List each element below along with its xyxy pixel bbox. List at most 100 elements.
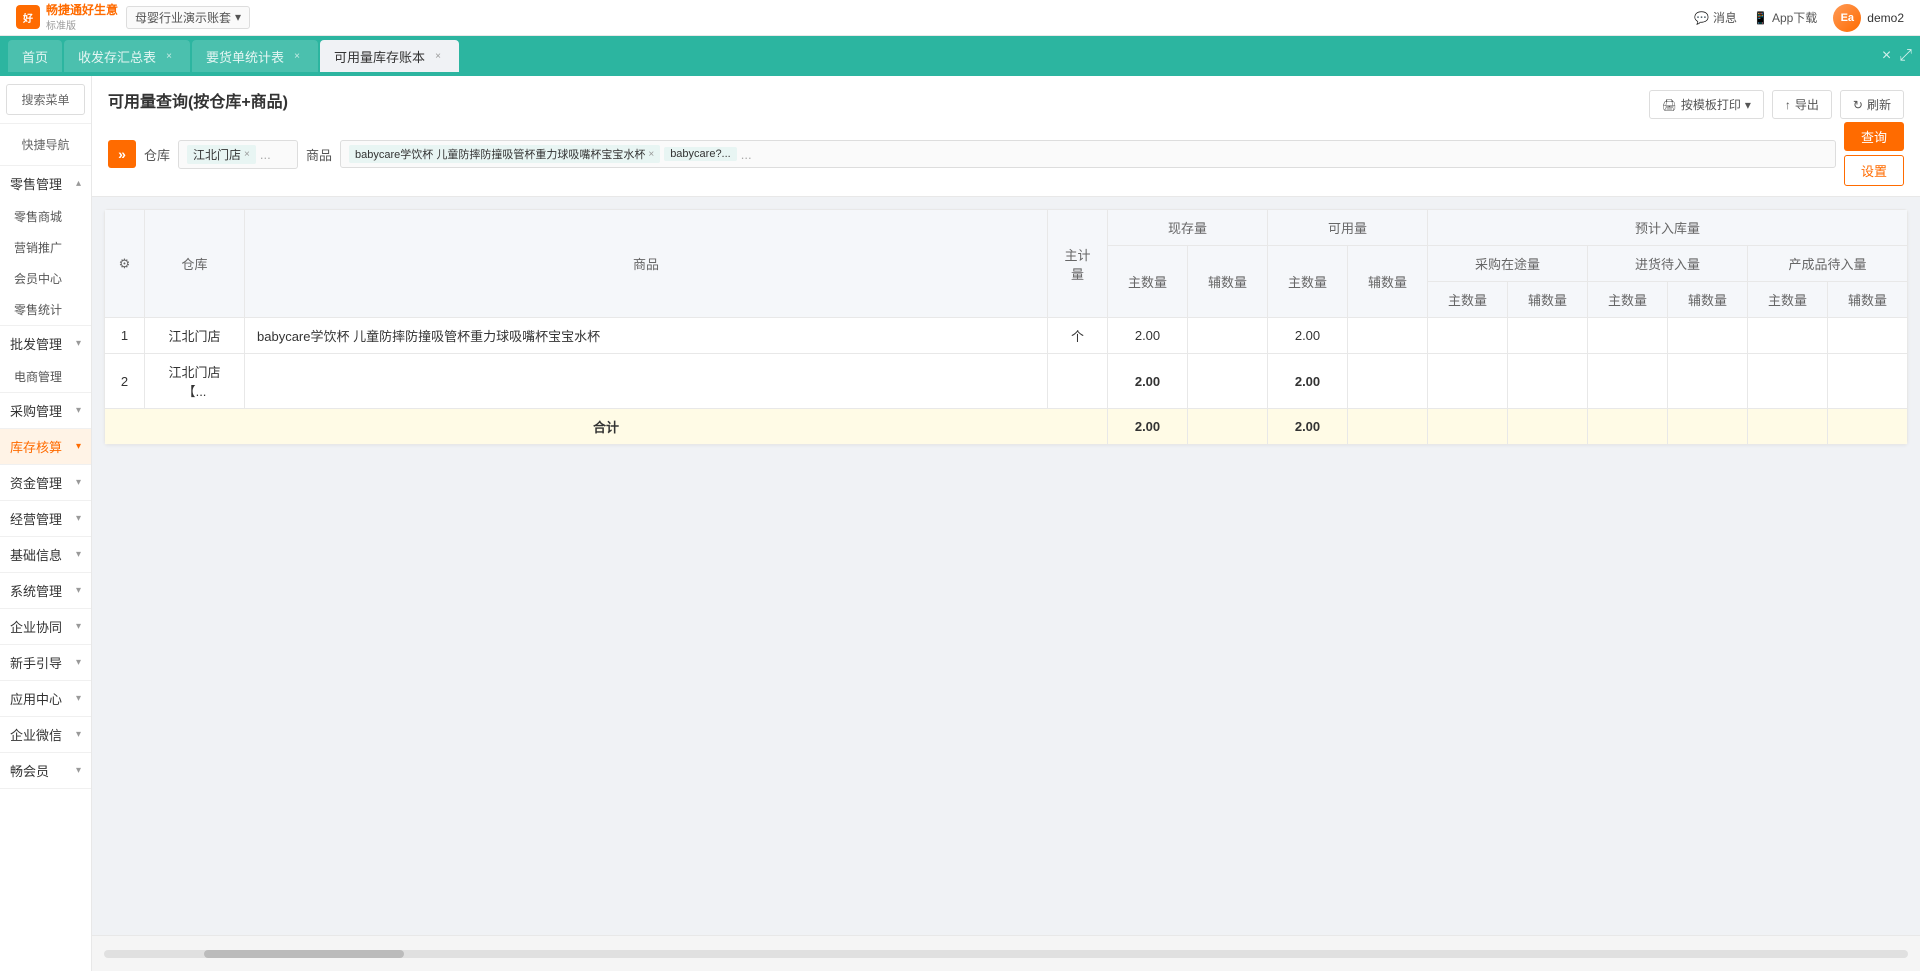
sidebar-item-retail-stats[interactable]: 零售统计 [0,294,91,325]
top-bar-left: 好 畅捷通好生意 标准版 母婴行业演示账套 ▾ [16,3,250,32]
sidebar-section-wholesale-label: 批发管理 [10,334,62,353]
sidebar-item-member-center[interactable]: 会员中心 [0,263,91,294]
th-product-pending-label: 产成品待入量 [1788,257,1866,272]
sidebar-section-finance-header[interactable]: 资金管理 ▾ [0,465,91,500]
product-tag-1: babycare学饮杯 儿童防摔防撞吸管杯重力球吸嘴杯宝宝水杯 × [349,145,660,163]
tab-available-close[interactable]: × [431,49,445,63]
th-purchase-main-label: 主数量 [1448,293,1487,308]
chevron-down-icon-wechat: ▾ [76,729,81,740]
product-more-icon[interactable]: ... [741,147,752,162]
message-button[interactable]: 💬 消息 [1694,9,1737,26]
export-button[interactable]: ↑ 导出 [1772,90,1832,119]
cell-inbound-aux-2 [1668,354,1748,409]
sidebar-section-basic-header[interactable]: 基础信息 ▾ [0,537,91,572]
footer-product-main [1748,409,1828,445]
sidebar-item-marketing[interactable]: 营销推广 [0,232,91,263]
sidebar-section-appstore-header[interactable]: 应用中心 ▾ [0,681,91,716]
product-tag-1-close[interactable]: × [648,149,654,160]
tab-requisition[interactable]: 要货单统计表 × [192,40,318,72]
cell-available-main-2: 2.00 [1268,354,1348,409]
sidebar-section-purchase: 采购管理 ▾ [0,393,91,429]
template-print-button[interactable]: 🖨 按模板打印 ▾ [1649,90,1764,119]
cell-available-aux-1 [1348,318,1428,354]
sidebar-quick-nav-item[interactable]: 快捷导航 [0,128,91,161]
chevron-down-icon: ▾ [235,10,241,24]
warehouse-more-icon[interactable]: ... [260,147,271,162]
warehouse-tag-text: 江北门店 [193,146,241,163]
warehouse-tag-close[interactable]: × [244,149,250,160]
sidebar-item-ecommerce[interactable]: 电商管理 [0,361,91,392]
cell-warehouse-1: 江北门店 [145,318,245,354]
tab-requisition-close[interactable]: × [290,49,304,63]
filter-bar: » 仓库 江北门店 × ... 商品 babycare学饮杯 儿童防摔防撞吸管杯… [108,122,1904,196]
settings-button[interactable]: 设置 [1844,155,1904,186]
sidebar-section-enterprise-header[interactable]: 企业协同 ▾ [0,609,91,644]
sidebar-section-system-header[interactable]: 系统管理 ▾ [0,573,91,608]
cell-product-aux-2 [1828,354,1908,409]
footer-available-aux [1348,409,1428,445]
page-title: 可用量查询(按仓库+商品) [108,88,288,112]
footer-inbound-main [1588,409,1668,445]
sidebar-section-member: 畅会员 ▾ [0,753,91,789]
th-purchase-transit-group: 采购在途量 [1428,246,1588,282]
sidebar-search-button[interactable]: 搜索菜单 [6,84,85,115]
table-footer-row: 合计 2.00 2.00 [105,409,1908,445]
cell-purchase-aux-2 [1508,354,1588,409]
warehouse-filter-input[interactable]: 江北门店 × ... [178,140,298,169]
refresh-button[interactable]: ↻ 刷新 [1840,90,1904,119]
data-table: ⚙ 仓库 商品 主计量 现存量 [104,209,1908,445]
product-filter-input[interactable]: babycare学饮杯 儿童防摔防撞吸管杯重力球吸嘴杯宝宝水杯 × babyca… [340,140,1836,168]
th-inbound-main-label: 主数量 [1608,293,1647,308]
industry-selector[interactable]: 母婴行业演示账套 ▾ [126,6,250,29]
th-planned-inbound-label: 预计入库量 [1635,221,1700,236]
th-product-pending-group: 产成品待入量 [1748,246,1908,282]
app-download-button[interactable]: 📱 App下载 [1753,9,1817,26]
warehouse-filter-label: 仓库 [144,145,170,164]
sidebar-section-inventory-header[interactable]: 库存核算 ▾ [0,429,91,464]
th-main-unit: 主计量 [1048,210,1108,318]
tab-receivable[interactable]: 收发存汇总表 × [64,40,190,72]
sidebar-section-system: 系统管理 ▾ [0,573,91,609]
refresh-icon: ↻ [1853,98,1863,112]
sidebar-item-retail-shop[interactable]: 零售商城 [0,201,91,232]
query-button[interactable]: 查询 [1844,122,1904,151]
tab-available-label: 可用量库存账本 [334,47,425,66]
cell-product-2 [245,354,1048,409]
th-inbound-main: 主数量 [1588,282,1668,318]
sidebar-section-member-header[interactable]: 畅会员 ▾ [0,753,91,788]
sidebar-section-purchase-header[interactable]: 采购管理 ▾ [0,393,91,428]
table-settings-icon[interactable]: ⚙ [119,256,131,271]
sidebar-section-wechat-header[interactable]: 企业微信 ▾ [0,717,91,752]
action-buttons: 查询 设置 [1844,122,1904,186]
tab-close-all-icon[interactable]: × [1882,47,1891,65]
th-checkbox[interactable]: ⚙ [105,210,145,318]
sidebar-section-wholesale-header[interactable]: 批发管理 ▾ [0,326,91,361]
cell-product-main-2 [1748,354,1828,409]
filter-toggle-button[interactable]: » [108,140,136,168]
cell-inbound-main-1 [1588,318,1668,354]
tab-available[interactable]: 可用量库存账本 × [320,40,459,72]
sidebar-section-appstore: 应用中心 ▾ [0,681,91,717]
tab-home[interactable]: 首页 [8,40,62,72]
logo-icon: 好 [16,5,40,29]
cell-purchase-aux-1 [1508,318,1588,354]
tab-receivable-close[interactable]: × [162,49,176,63]
horizontal-scrollbar-thumb[interactable] [204,950,404,958]
user-menu[interactable]: Ea demo2 [1833,4,1904,32]
sidebar-section-retail-header[interactable]: 零售管理 ▴ [0,166,91,201]
th-product-aux-label: 辅数量 [1848,293,1887,308]
sidebar-section-enterprise-label: 企业协同 [10,617,62,636]
sidebar-section-newbie-header[interactable]: 新手引导 ▾ [0,645,91,680]
cell-stock-aux-2 [1188,354,1268,409]
product-tag-2-text: babycare?... [670,148,731,160]
horizontal-scrollbar-track[interactable] [104,950,1908,958]
logo-sub: 标准版 [46,17,118,32]
tab-expand-icon[interactable]: ⤢ [1899,47,1912,65]
sidebar-section-wholesale: 批发管理 ▾ 电商管理 [0,326,91,393]
sidebar-section-operation-header[interactable]: 经营管理 ▾ [0,501,91,536]
th-product-aux: 辅数量 [1828,282,1908,318]
table-container: ⚙ 仓库 商品 主计量 现存量 [92,197,1920,935]
footer-stock-main: 2.00 [1108,409,1188,445]
chevron-down-icon-system: ▾ [76,585,81,596]
logo-area: 好 畅捷通好生意 标准版 [16,3,118,32]
